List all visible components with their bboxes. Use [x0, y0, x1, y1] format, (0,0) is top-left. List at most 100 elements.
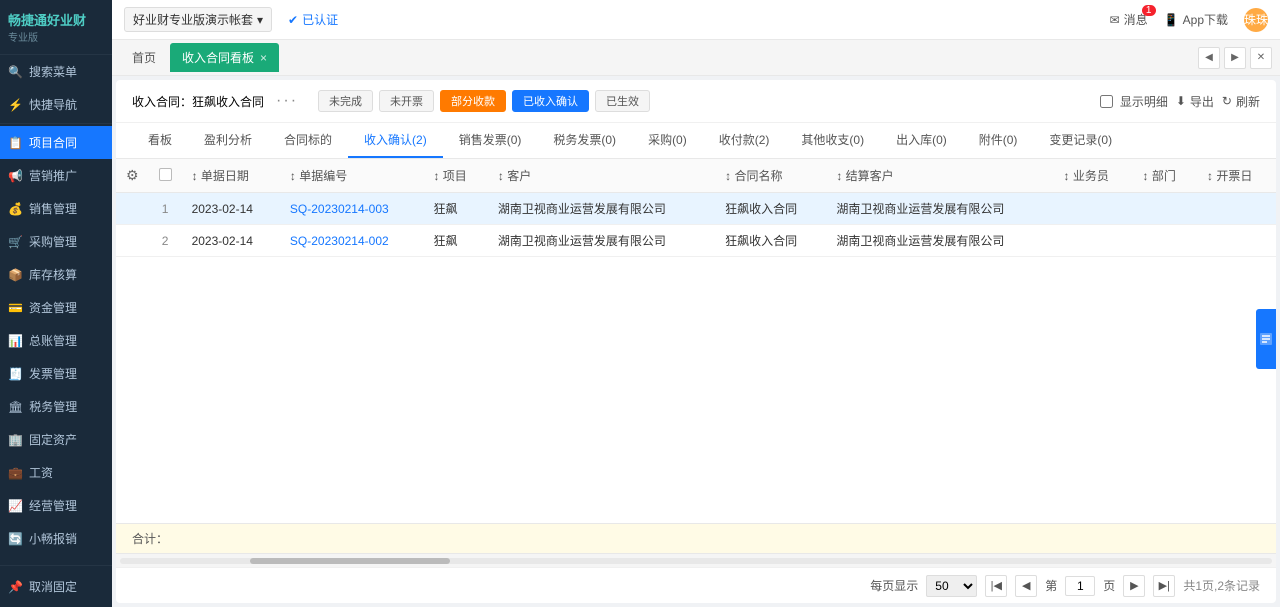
export-icon: ⬇	[1176, 94, 1186, 108]
row-contract-name: 狂飙收入合同	[715, 225, 826, 257]
refresh-button[interactable]: ↻ 刷新	[1222, 93, 1260, 110]
col-settlement-customer: ↕ 结算客户	[826, 159, 1053, 193]
select-all-checkbox[interactable]	[159, 168, 172, 181]
scroll-thumb[interactable]	[250, 558, 450, 564]
pin-icon: 📌	[8, 580, 23, 594]
verified-badge: ✔ 已认证	[288, 11, 338, 28]
row-invoice-date	[1197, 193, 1276, 225]
col-invoice-date-label: ↕ 开票日	[1207, 169, 1252, 183]
col-order-no-label: ↕ 单据编号	[290, 169, 347, 183]
sidebar-item-label: 经营管理	[29, 497, 77, 514]
horizontal-scrollbar[interactable]	[116, 553, 1276, 567]
logo-main: 畅捷通好业财	[8, 10, 104, 29]
tab-revenue-confirm[interactable]: 收入确认(2)	[348, 123, 443, 158]
message-icon: ✉	[1110, 13, 1120, 27]
sidebar-quick-nav[interactable]: ⚡ 快捷导航	[0, 88, 112, 121]
content-area: 收入合同：狂飙收入合同 ··· 未完成 未开票 部分收款 已收入确认 已生效 显…	[116, 80, 1276, 603]
tab-prev-button[interactable]: ◀	[1198, 47, 1220, 69]
order-no-link[interactable]: SQ-20230214-002	[290, 234, 389, 248]
contract-header: 收入合同：狂飙收入合同 ··· 未完成 未开票 部分收款 已收入确认 已生效 显…	[116, 80, 1276, 123]
sidebar-item-inventory[interactable]: 📦 库存核算	[0, 258, 112, 291]
dropdown-icon: ▾	[257, 13, 263, 27]
col-date-label: ↕ 单据日期	[192, 169, 249, 183]
sidebar-item-marketing[interactable]: 📢 营销推广	[0, 159, 112, 192]
sidebar-item-project-contract[interactable]: 📋 项目合同	[0, 126, 112, 159]
sidebar-item-expense[interactable]: 🔄 小畅报销	[0, 522, 112, 555]
status-incomplete[interactable]: 未完成	[318, 90, 373, 112]
settings-column: ⚙	[116, 159, 149, 193]
sidebar-item-fixed-assets[interactable]: 🏢 固定资产	[0, 423, 112, 456]
page-input[interactable]	[1065, 576, 1095, 596]
scroll-track[interactable]	[120, 558, 1272, 564]
tab-other-income[interactable]: 其他收支(0)	[785, 123, 880, 158]
last-page-button[interactable]: ▶|	[1153, 575, 1175, 597]
status-effective[interactable]: 已生效	[595, 90, 650, 112]
sidebar-item-funds[interactable]: 💳 资金管理	[0, 291, 112, 324]
row-salesperson	[1054, 225, 1133, 257]
per-page-label: 每页显示	[870, 577, 918, 594]
sidebar-unpin-button[interactable]: 📌 取消固定	[0, 572, 112, 601]
sidebar-item-sales[interactable]: 💰 销售管理	[0, 192, 112, 225]
verified-label: 已认证	[302, 11, 338, 28]
sidebar-item-invoice[interactable]: 🧾 发票管理	[0, 357, 112, 390]
fixed-assets-icon: 🏢	[8, 433, 23, 447]
tab-warehouse[interactable]: 出入库(0)	[880, 123, 963, 158]
status-revenue-confirmed[interactable]: 已收入确认	[512, 90, 589, 112]
sidebar-item-basic-info[interactable]: ℹ 基础信息	[0, 555, 112, 565]
tab-contract-subject[interactable]: 合同标的	[268, 123, 348, 158]
active-tab[interactable]: 收入合同看板 ×	[170, 43, 279, 72]
prev-page-button[interactable]: ◀	[1015, 575, 1037, 597]
sidebar-item-ledger[interactable]: 📊 总账管理	[0, 324, 112, 357]
sidebar-item-label: 总账管理	[29, 332, 77, 349]
col-contract-name: ↕ 合同名称	[715, 159, 826, 193]
tab-close-button[interactable]: ×	[260, 51, 267, 65]
sidebar-item-management[interactable]: 📈 经营管理	[0, 489, 112, 522]
sidebar-logo: 畅捷通好业财 专业版	[0, 0, 112, 55]
sidebar-item-purchase[interactable]: 🛒 采购管理	[0, 225, 112, 258]
inventory-icon: 📦	[8, 268, 23, 282]
user-profile[interactable]: 珠珠	[1244, 8, 1268, 32]
sidebar-item-label: 税务管理	[29, 398, 77, 415]
marketing-icon: 📢	[8, 169, 23, 183]
tab-change-records[interactable]: 变更记录(0)	[1033, 123, 1128, 158]
app-download-button[interactable]: 📱 App下载	[1164, 11, 1228, 28]
sidebar-search[interactable]: 🔍 搜索菜单	[0, 55, 112, 88]
pagination: 每页显示 50 20 100 |◀ ◀ 第 页 ▶ ▶| 共1页,2条记录	[116, 567, 1276, 603]
first-page-button[interactable]: |◀	[985, 575, 1007, 597]
sidebar-item-tax[interactable]: 🏛 税务管理	[0, 390, 112, 423]
export-button[interactable]: ⬇ 导出	[1176, 93, 1214, 110]
sidebar-item-salary[interactable]: 💼 工资	[0, 456, 112, 489]
funds-icon: 💳	[8, 301, 23, 315]
page-label-end: 页	[1103, 577, 1115, 594]
tab-next-button[interactable]: ▶	[1224, 47, 1246, 69]
tab-close-all-button[interactable]: ✕	[1250, 47, 1272, 69]
message-button[interactable]: ✉ 1 消息	[1110, 11, 1148, 28]
per-page-select[interactable]: 50 20 100	[926, 575, 977, 597]
tab-kanban[interactable]: 看板	[132, 123, 188, 158]
row-customer: 湖南卫视商业运营发展有限公司	[488, 193, 715, 225]
note-svg	[1258, 331, 1274, 347]
order-no-link[interactable]: SQ-20230214-003	[290, 202, 389, 216]
tab-tax-invoice[interactable]: 税务发票(0)	[537, 123, 632, 158]
show-details-checkbox[interactable]	[1100, 95, 1113, 108]
row-settings	[116, 225, 149, 257]
tab-purchase[interactable]: 采购(0)	[632, 123, 703, 158]
tab-payment[interactable]: 收付款(2)	[703, 123, 786, 158]
note-icon[interactable]	[1256, 309, 1276, 369]
tab-profit-analysis[interactable]: 盈利分析	[188, 123, 268, 158]
row-num: 2	[149, 225, 182, 257]
project-contract-icon: 📋	[8, 136, 23, 150]
company-name: 好业财专业版演示帐套	[133, 11, 253, 28]
tabbar: 首页 收入合同看板 × ◀ ▶ ✕	[112, 40, 1280, 76]
tab-sales-invoice[interactable]: 销售发票(0)	[443, 123, 538, 158]
company-selector[interactable]: 好业财专业版演示帐套 ▾	[124, 7, 272, 32]
status-uninvoiced[interactable]: 未开票	[379, 90, 434, 112]
status-partial-received[interactable]: 部分收款	[440, 90, 506, 112]
home-tab[interactable]: 首页	[120, 43, 168, 72]
settings-icon[interactable]: ⚙	[126, 167, 139, 183]
show-details-toggle[interactable]: 显示明细	[1100, 93, 1168, 110]
tab-attachments[interactable]: 附件(0)	[963, 123, 1034, 158]
ledger-icon: 📊	[8, 334, 23, 348]
contract-more-button[interactable]: ···	[276, 92, 298, 110]
next-page-button[interactable]: ▶	[1123, 575, 1145, 597]
